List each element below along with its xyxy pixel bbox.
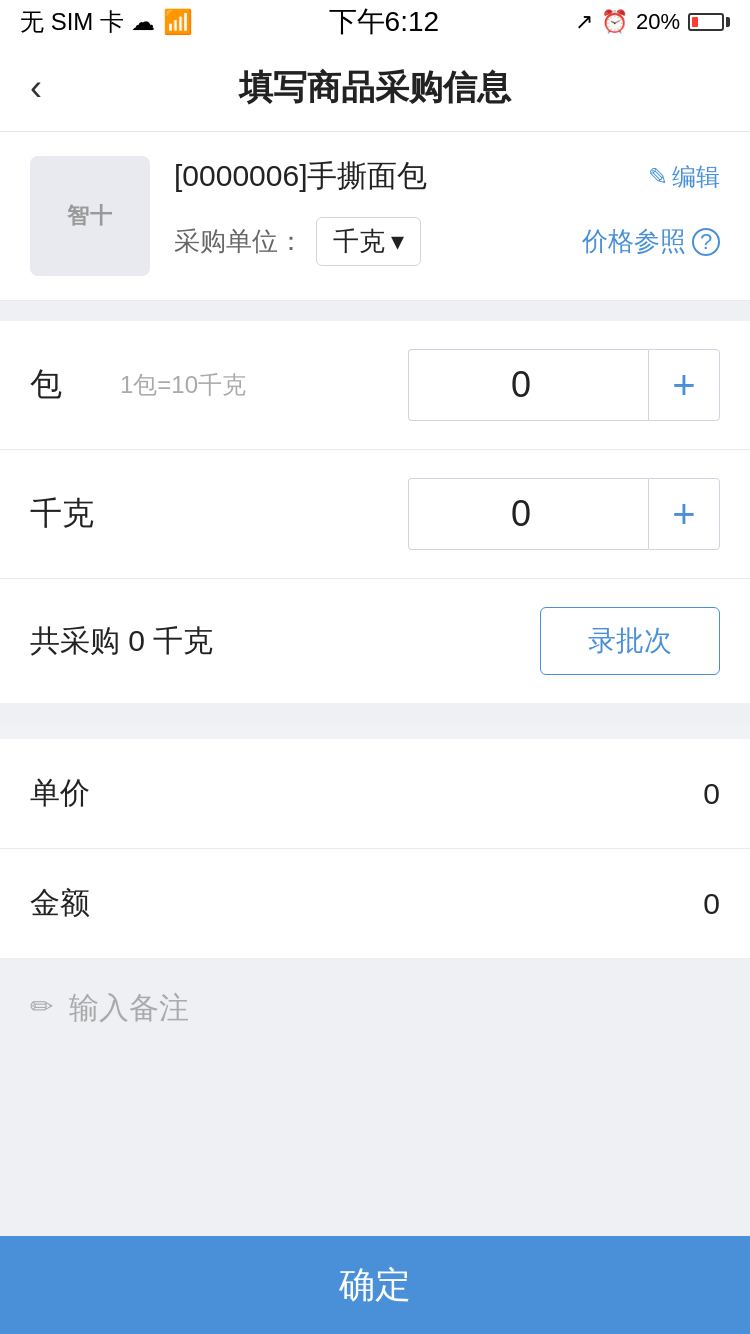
price-ref-icon: ? bbox=[692, 228, 720, 256]
price-ref-label: 价格参照 bbox=[582, 224, 686, 259]
bag-label: 包 bbox=[30, 363, 110, 407]
kg-label: 千克 bbox=[30, 492, 110, 536]
confirm-label: 确定 bbox=[339, 1261, 411, 1310]
dropdown-arrow: ▾ bbox=[391, 226, 404, 257]
page-title: 填写商品采购信息 bbox=[239, 65, 511, 111]
status-bar: 无 SIM 卡 ☁ 📶 下午6:12 ↗ ⏰ 20% bbox=[0, 0, 750, 44]
bag-sublabel: 1包=10千克 bbox=[120, 369, 408, 401]
bag-qty-row: 包 1包=10千克 + bbox=[0, 321, 750, 450]
unit-price-row: 单价 0 bbox=[0, 739, 750, 849]
product-unit-row: 采购单位： 千克 ▾ 价格参照 ? bbox=[174, 217, 720, 266]
note-area[interactable]: ✏ 输入备注 bbox=[0, 958, 750, 1258]
note-icon: ✏ bbox=[30, 990, 53, 1023]
bag-quantity-input[interactable] bbox=[408, 349, 648, 421]
back-button[interactable]: ‹ bbox=[30, 67, 42, 109]
record-batch-button[interactable]: 录批次 bbox=[540, 607, 720, 675]
amount-row: 金额 0 bbox=[0, 849, 750, 958]
summary-text: 共采购 0 千克 bbox=[30, 621, 213, 662]
status-left: 无 SIM 卡 ☁ 📶 bbox=[20, 6, 193, 38]
quantity-section: 包 1包=10千克 + 千克 + bbox=[0, 321, 750, 579]
product-header: [0000006]手撕面包 ✎ 编辑 bbox=[174, 156, 720, 197]
kg-plus-button[interactable]: + bbox=[648, 478, 720, 550]
confirm-button[interactable]: 确定 bbox=[0, 1236, 750, 1334]
note-placeholder: 输入备注 bbox=[69, 988, 189, 1029]
unit-price-label: 单价 bbox=[30, 773, 90, 814]
summary-value: 0 bbox=[128, 624, 145, 657]
price-ref-button[interactable]: 价格参照 ? bbox=[582, 224, 720, 259]
product-name: [0000006]手撕面包 bbox=[174, 156, 427, 197]
no-sim-text: 无 SIM 卡 ☁ bbox=[20, 6, 155, 38]
battery-icon bbox=[688, 13, 730, 31]
amount-value: 0 bbox=[703, 887, 720, 921]
product-info: [0000006]手撕面包 ✎ 编辑 采购单位： 千克 ▾ 价格参照 ? bbox=[174, 156, 720, 266]
section-divider-2 bbox=[0, 703, 750, 723]
unit-dropdown[interactable]: 千克 ▾ bbox=[316, 217, 421, 266]
unit-label: 采购单位： bbox=[174, 224, 304, 259]
unit-price-value: 0 bbox=[703, 777, 720, 811]
summary-prefix: 共采购 bbox=[30, 624, 120, 657]
status-right: ↗ ⏰ 20% bbox=[575, 9, 730, 35]
product-image-text: 智十 bbox=[67, 201, 113, 231]
edit-label: 编辑 bbox=[672, 161, 720, 193]
alarm-icon: ⏰ bbox=[601, 9, 628, 35]
summary-suffix: 千克 bbox=[153, 624, 213, 657]
unit-value: 千克 bbox=[333, 224, 385, 259]
bag-plus-button[interactable]: + bbox=[648, 349, 720, 421]
edit-button[interactable]: ✎ 编辑 bbox=[648, 161, 720, 193]
price-info-section: 单价 0 金额 0 bbox=[0, 739, 750, 958]
product-image: 智十 bbox=[30, 156, 150, 276]
edit-icon: ✎ bbox=[648, 163, 668, 191]
section-divider-1 bbox=[0, 301, 750, 321]
wifi-icon: 📶 bbox=[163, 8, 193, 36]
bag-input-wrapper: + bbox=[408, 349, 720, 421]
status-time: 下午6:12 bbox=[329, 3, 440, 41]
battery-pct: 20% bbox=[636, 9, 680, 35]
kg-qty-row: 千克 + bbox=[0, 450, 750, 579]
amount-label: 金额 bbox=[30, 883, 90, 924]
location-icon: ↗ bbox=[575, 9, 593, 35]
kg-quantity-input[interactable] bbox=[408, 478, 648, 550]
nav-bar: ‹ 填写商品采购信息 bbox=[0, 44, 750, 132]
kg-input-wrapper: + bbox=[408, 478, 720, 550]
product-card: 智十 [0000006]手撕面包 ✎ 编辑 采购单位： 千克 ▾ 价格参照 ? bbox=[0, 132, 750, 301]
summary-row: 共采购 0 千克 录批次 bbox=[0, 579, 750, 703]
unit-selector: 采购单位： 千克 ▾ bbox=[174, 217, 421, 266]
